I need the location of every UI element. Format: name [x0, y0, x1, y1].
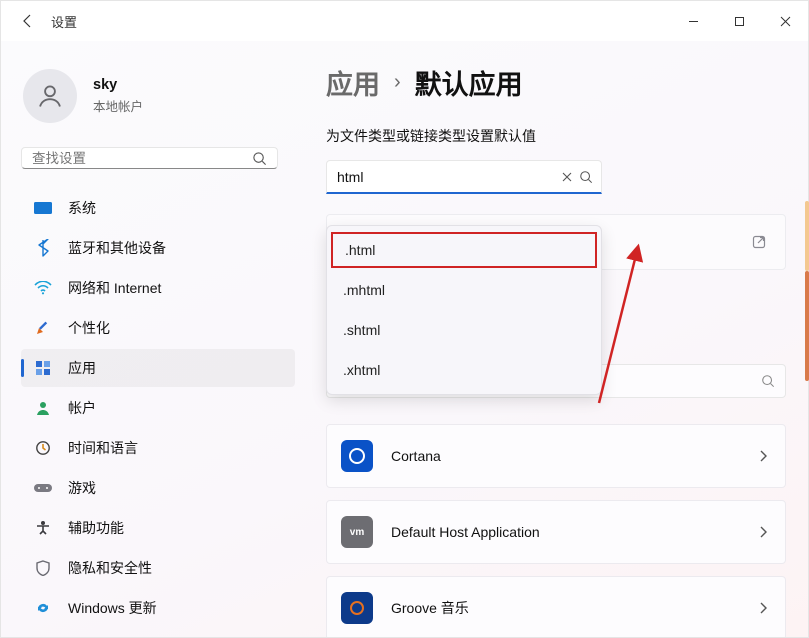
chevron-right-icon [759, 526, 767, 538]
decorative-sliver [805, 271, 809, 381]
suggest-item[interactable]: .shtml [327, 310, 601, 350]
nav-item-apps[interactable]: 应用 [21, 349, 295, 387]
nav-item-network[interactable]: 网络和 Internet [21, 269, 295, 307]
privacy-icon [34, 559, 52, 577]
app-list: Cortana vm Default Host Application Groo… [326, 424, 786, 637]
gaming-icon [34, 479, 52, 497]
nav-item-personalize[interactable]: 个性化 [21, 309, 295, 347]
avatar [23, 69, 77, 123]
filetype-section-label: 为文件类型或链接类型设置默认值 [326, 126, 786, 146]
maximize-button[interactable] [716, 1, 762, 41]
time-icon [34, 439, 52, 457]
nav-item-privacy[interactable]: 隐私和安全性 [21, 549, 295, 587]
minimize-button[interactable] [670, 1, 716, 41]
nav-item-label: 帐户 [68, 398, 96, 418]
nav-item-label: 隐私和安全性 [68, 558, 152, 578]
chevron-right-icon [759, 450, 767, 462]
nav-item-accounts[interactable]: 帐户 [21, 389, 295, 427]
nav-item-label: 应用 [68, 358, 96, 378]
settings-search-input[interactable] [32, 151, 252, 166]
filetype-suggestions: .html.mhtml.shtml.xhtml [326, 225, 602, 395]
nav-item-bluetooth[interactable]: 蓝牙和其他设备 [21, 229, 295, 267]
settings-search[interactable] [21, 147, 278, 169]
app-label: Groove 音乐 [391, 598, 759, 618]
nav: 系统蓝牙和其他设备网络和 Internet 个性化应用帐户时间和语言游戏辅助功能隐… [21, 189, 295, 627]
search-icon [761, 374, 775, 388]
nav-item-time[interactable]: 时间和语言 [21, 429, 295, 467]
chevron-right-icon: › [394, 71, 401, 94]
nav-item-label: 蓝牙和其他设备 [68, 238, 166, 258]
open-external-icon [751, 234, 767, 250]
nav-item-label: Windows 更新 [68, 598, 157, 618]
update-icon [34, 599, 52, 617]
right-pane: 应用 › 默认应用 为文件类型或链接类型设置默认值 Cor [296, 41, 808, 637]
nav-item-label: 时间和语言 [68, 438, 138, 458]
window-title: 设置 [51, 12, 77, 31]
nav-item-label: 辅助功能 [68, 518, 124, 538]
accessibility-icon [34, 519, 52, 537]
suggest-item[interactable]: .xhtml [327, 350, 601, 390]
cortana-icon [341, 440, 373, 472]
groove-icon [341, 592, 373, 624]
nav-item-accessibility[interactable]: 辅助功能 [21, 509, 295, 547]
search-icon[interactable] [579, 170, 593, 184]
back-button[interactable] [13, 6, 43, 36]
app-label: Default Host Application [391, 524, 759, 540]
chevron-right-icon [759, 602, 767, 614]
app-card-cortana[interactable]: Cortana [326, 424, 786, 488]
breadcrumb-current: 默认应用 [415, 63, 523, 102]
nav-item-label: 游戏 [68, 478, 96, 498]
decorative-sliver [805, 201, 809, 271]
user-name: sky [93, 77, 143, 93]
filetype-search-input[interactable] [337, 169, 555, 185]
app-card-groove[interactable]: Groove 音乐 [326, 576, 786, 637]
search-icon [252, 151, 267, 166]
nav-item-update[interactable]: Windows 更新 [21, 589, 295, 627]
nav-item-gaming[interactable]: 游戏 [21, 469, 295, 507]
apps-icon [34, 359, 52, 377]
bluetooth-icon [34, 239, 52, 257]
accounts-icon [34, 399, 52, 417]
close-button[interactable] [762, 1, 808, 41]
clear-icon[interactable] [555, 171, 579, 183]
app-card-dha[interactable]: vm Default Host Application [326, 500, 786, 564]
personalize-icon [34, 319, 52, 337]
window-controls [670, 1, 808, 41]
nav-item-system[interactable]: 系统 [21, 189, 295, 227]
dha-icon: vm [341, 516, 373, 548]
nav-item-label: 个性化 [68, 318, 110, 338]
system-icon [34, 199, 52, 217]
filetype-search[interactable] [326, 160, 602, 194]
nav-item-label: 系统 [68, 198, 96, 218]
network-icon [34, 279, 52, 297]
user-subtitle: 本地帐户 [93, 96, 143, 115]
suggest-item[interactable]: .html [331, 232, 597, 268]
nav-item-label: 网络和 Internet [68, 278, 161, 298]
breadcrumb: 应用 › 默认应用 [326, 63, 786, 102]
breadcrumb-root[interactable]: 应用 [326, 63, 380, 102]
title-bar: 设置 [1, 1, 808, 41]
suggest-item[interactable]: .mhtml [327, 270, 601, 310]
user-block[interactable]: sky 本地帐户 [23, 69, 295, 123]
left-pane: sky 本地帐户 系统蓝牙和其他设备网络和 Internet 个性化应用帐户时间和… [1, 41, 296, 637]
app-label: Cortana [391, 448, 759, 464]
